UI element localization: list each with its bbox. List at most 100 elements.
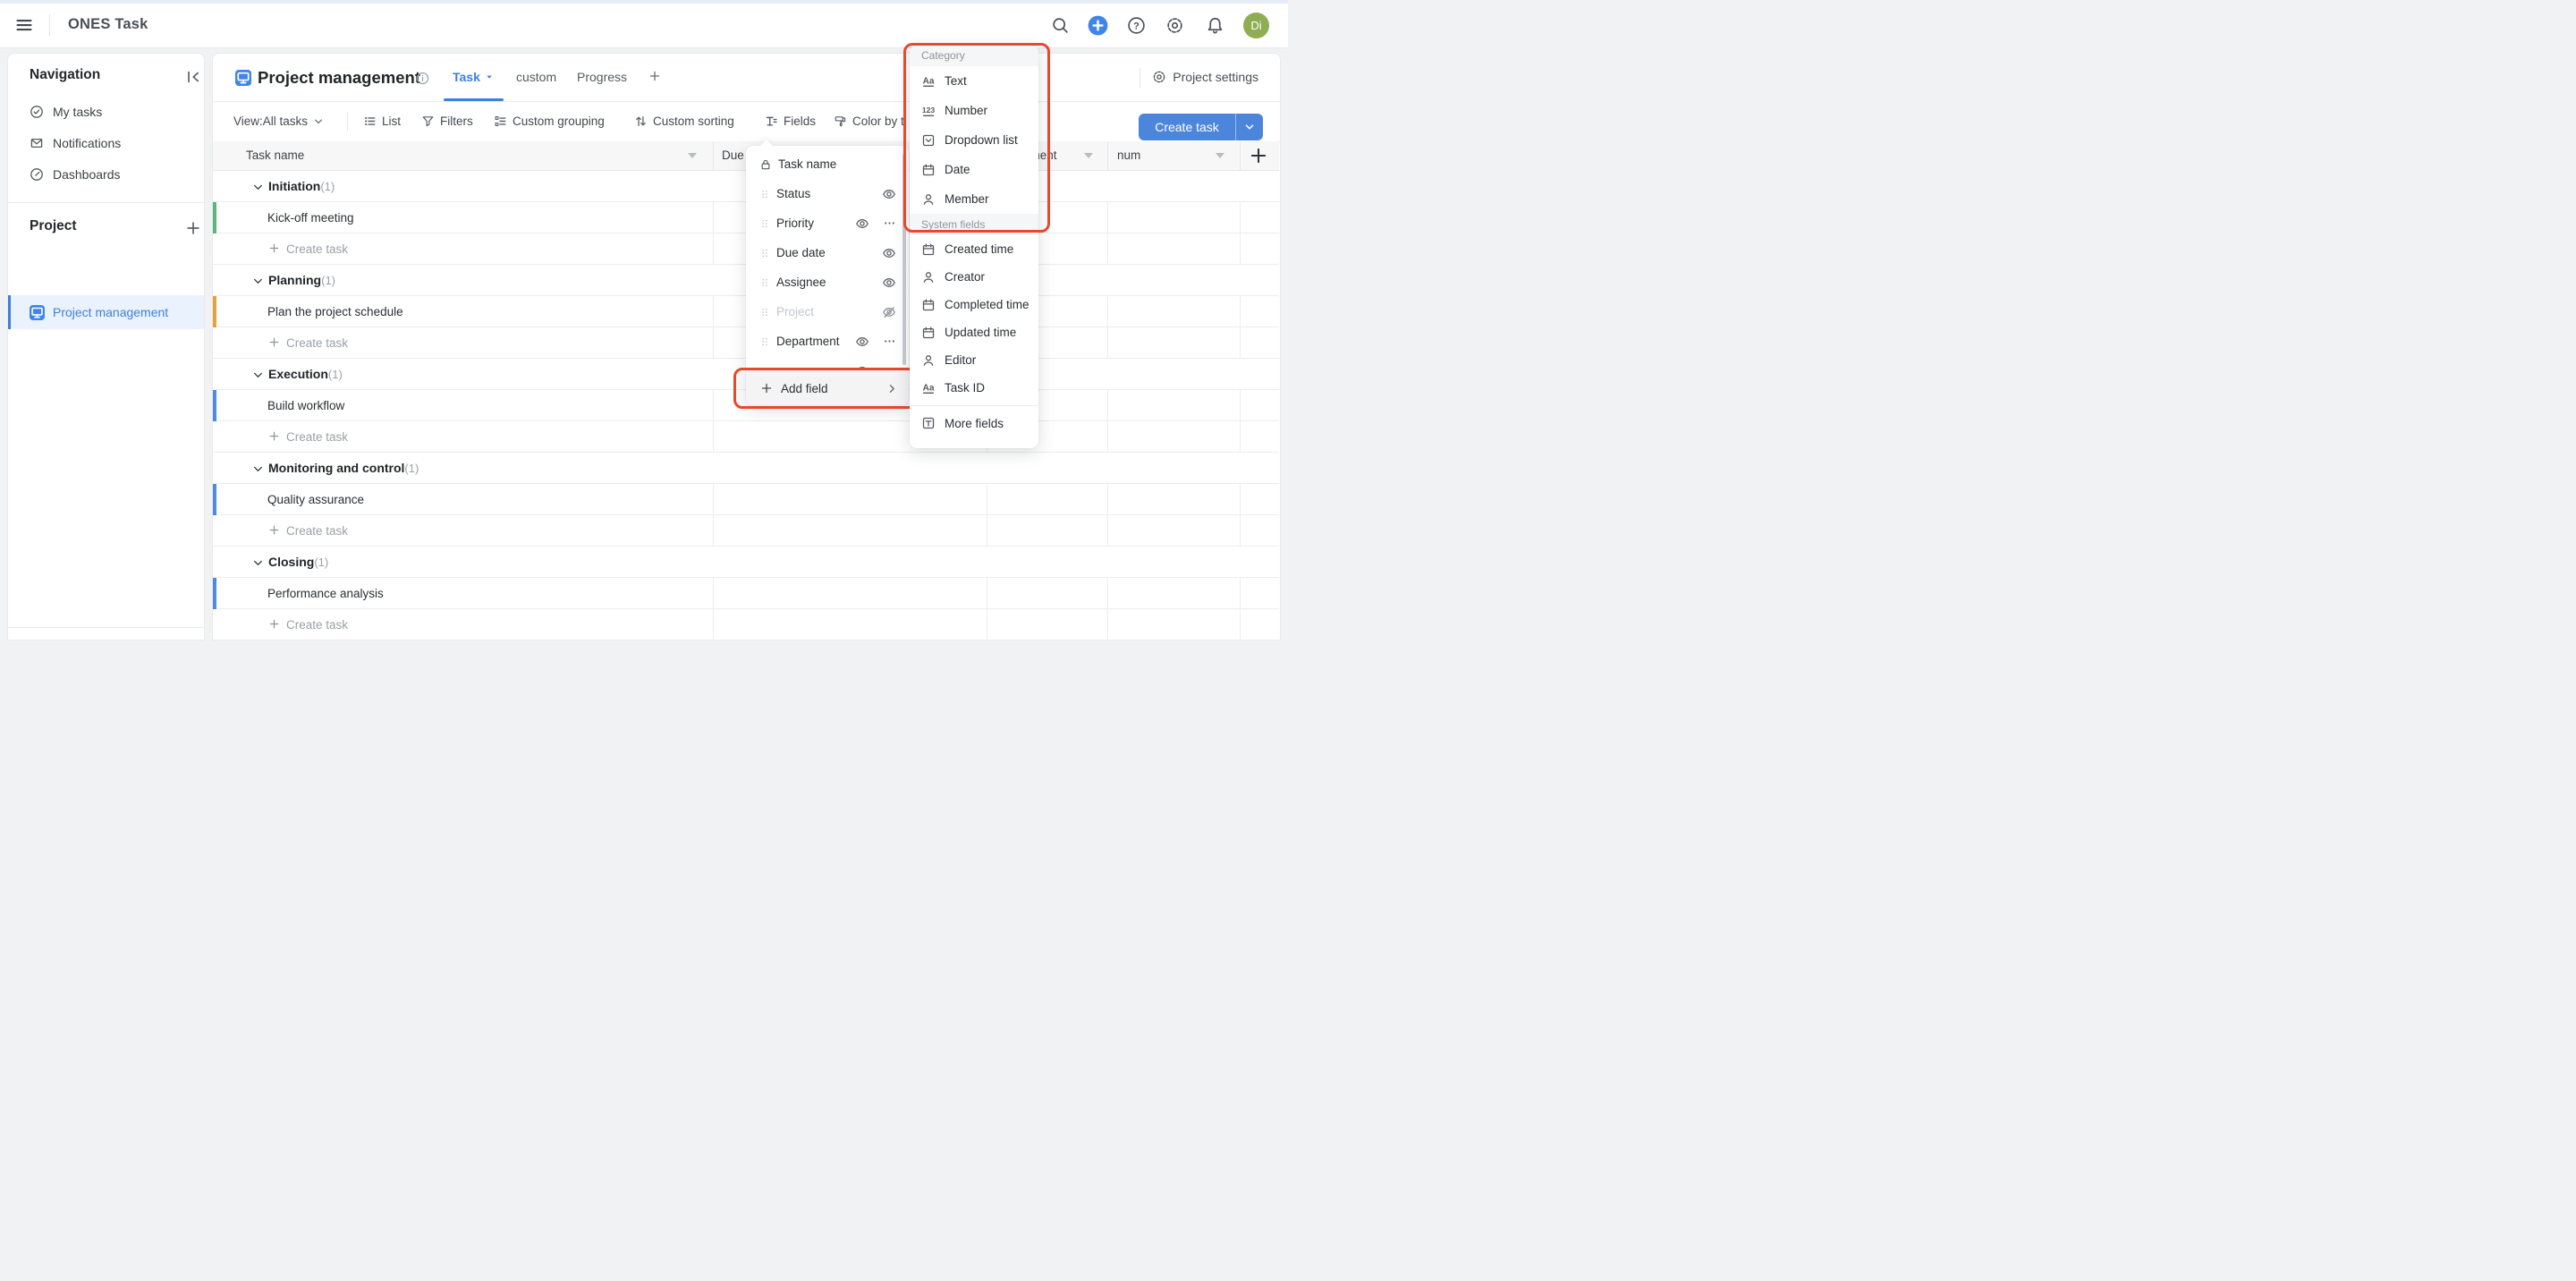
chevron-down-icon[interactable] [253, 276, 263, 286]
fields-menu-item-status[interactable]: Status [746, 179, 909, 208]
fields-menu-item-assignee[interactable]: Assignee [746, 267, 909, 297]
fields-menu-item-priority[interactable]: Priority [746, 208, 909, 238]
help-icon[interactable]: ? [1127, 16, 1146, 35]
tab-progress[interactable]: Progress [577, 70, 627, 84]
sidebar-item-dashboards[interactable]: Dashboards [8, 158, 204, 190]
task-name[interactable]: Build workflow [267, 399, 344, 412]
toolbar-fields[interactable]: Fields [765, 101, 816, 141]
fields-menu-item-label: Due date [776, 246, 826, 259]
task-name[interactable]: Kick-off meeting [267, 211, 354, 225]
eye-icon[interactable] [882, 276, 896, 290]
create-task-row[interactable]: Create task [213, 609, 1279, 640]
submenu-item-editor[interactable]: Editor [910, 346, 1038, 374]
submenu-item-completed-time[interactable]: Completed time [910, 291, 1038, 318]
drag-handle-icon[interactable] [759, 335, 770, 348]
info-icon[interactable] [416, 72, 429, 85]
chevron-down-icon[interactable] [253, 464, 263, 474]
drag-handle-icon[interactable] [759, 276, 770, 289]
task-row[interactable]: Quality assurance [213, 484, 1279, 515]
fields-menu-item-num[interactable]: num [746, 356, 909, 370]
create-task-row[interactable]: Create task [213, 515, 1279, 547]
add-view-tab[interactable] [648, 70, 661, 82]
drag-handle-icon[interactable] [759, 306, 770, 318]
column-caret-icon[interactable] [1084, 153, 1093, 158]
submenu-item-more-fields[interactable]: More fields [910, 408, 1038, 438]
task-name[interactable]: Plan the project schedule [267, 305, 403, 318]
column-header-task-name[interactable]: Task name [246, 148, 304, 162]
task-name[interactable]: Performance analysis [267, 587, 384, 600]
drag-handle-icon[interactable] [759, 247, 770, 259]
create-plus-icon[interactable] [1088, 15, 1108, 36]
group-label: Initiation(1) [268, 179, 335, 193]
view-selector[interactable]: View:All tasks [233, 101, 324, 141]
chevron-down-icon[interactable] [253, 370, 263, 380]
add-field-item[interactable]: Add field [746, 370, 909, 405]
drag-handle-icon[interactable] [759, 217, 770, 230]
toolbar-custom-sorting[interactable]: Custom sorting [634, 101, 734, 141]
submenu-item-date[interactable]: Date [910, 155, 1038, 184]
notifications-icon[interactable] [1206, 16, 1224, 35]
scrollbar-thumb[interactable] [902, 154, 906, 365]
toolbar-item-label: Color by t [852, 115, 904, 128]
add-field-label: Add field [781, 381, 828, 395]
eye-icon[interactable] [855, 335, 869, 349]
column-caret-icon[interactable] [688, 153, 697, 158]
settings-icon[interactable] [1165, 16, 1184, 35]
sidebar-item-project-management[interactable]: Project management [8, 295, 204, 329]
group-row[interactable]: Closing(1) [213, 547, 1279, 578]
submenu-item-text[interactable]: Aa Text [910, 66, 1038, 96]
tab-task[interactable]: Task [453, 70, 494, 84]
submenu-item-created-time[interactable]: Created time [910, 235, 1038, 263]
eye-off-icon[interactable] [882, 305, 896, 319]
date-field-icon [921, 163, 936, 177]
menu-icon[interactable] [15, 16, 33, 34]
toolbar-color-by-t[interactable]: Color by t [834, 101, 904, 141]
more-icon[interactable] [883, 364, 896, 370]
column-caret-icon[interactable] [1216, 153, 1224, 158]
project-settings-button[interactable]: Project settings [1152, 70, 1258, 84]
drag-handle-icon[interactable] [759, 188, 770, 200]
eye-icon[interactable] [882, 246, 896, 260]
submenu-item-creator[interactable]: Creator [910, 263, 1038, 291]
fields-menu-item-project[interactable]: Project [746, 297, 909, 327]
eye-icon[interactable] [855, 216, 869, 231]
chevron-down-icon[interactable] [253, 558, 263, 568]
submenu-item-member[interactable]: Member [910, 184, 1038, 214]
column-header-num[interactable]: num [1117, 148, 1140, 162]
task-name[interactable]: Quality assurance [267, 493, 364, 506]
submenu-item-task-id[interactable]: Aa Task ID [910, 374, 1038, 402]
group-row[interactable]: Monitoring and control(1) [213, 453, 1279, 484]
toolbar-list[interactable]: List [363, 101, 401, 141]
create-task-button[interactable]: Create task [1139, 114, 1263, 140]
add-project-icon[interactable] [185, 220, 201, 236]
caret-down-icon [485, 72, 494, 81]
more-icon[interactable] [883, 335, 896, 348]
collapse-left-icon[interactable] [185, 69, 201, 85]
eye-icon[interactable] [882, 187, 896, 201]
toolbar-filters[interactable]: Filters [421, 101, 473, 141]
more-icon[interactable] [883, 216, 896, 230]
tab-custom[interactable]: custom [516, 70, 556, 84]
sidebar-item-notifications[interactable]: Notifications [8, 127, 204, 158]
submenu-item-number[interactable]: 123 Number [910, 96, 1038, 125]
add-column-icon[interactable] [1249, 146, 1268, 165]
task-row[interactable]: Performance analysis [213, 578, 1279, 609]
check-circle-icon [30, 105, 44, 119]
toolbar-custom-grouping[interactable]: Custom grouping [494, 101, 605, 141]
submenu-item-dropdown-list[interactable]: Dropdown list [910, 125, 1038, 155]
submenu-item-updated-time[interactable]: Updated time [910, 318, 1038, 346]
sidebar-title: Navigation [30, 67, 101, 82]
fields-menu-item-task-name[interactable]: Task name [746, 149, 909, 179]
submenu-section-header: System fields [910, 214, 1038, 235]
chevron-down-icon[interactable] [253, 182, 263, 192]
create-task-row[interactable]: Create task [213, 421, 1279, 453]
search-icon[interactable] [1051, 16, 1070, 35]
eye-icon[interactable] [855, 364, 869, 370]
create-task-dropdown-icon[interactable] [1236, 121, 1263, 133]
fields-menu-item-department[interactable]: Department [746, 327, 909, 356]
sidebar-item-my-tasks[interactable]: My tasks [8, 96, 204, 127]
fields-menu-item-due-date[interactable]: Due date [746, 238, 909, 267]
dashboard-icon [30, 167, 44, 182]
sidebar-item-label: Dashboards [53, 166, 121, 182]
avatar[interactable]: Di [1243, 13, 1269, 38]
